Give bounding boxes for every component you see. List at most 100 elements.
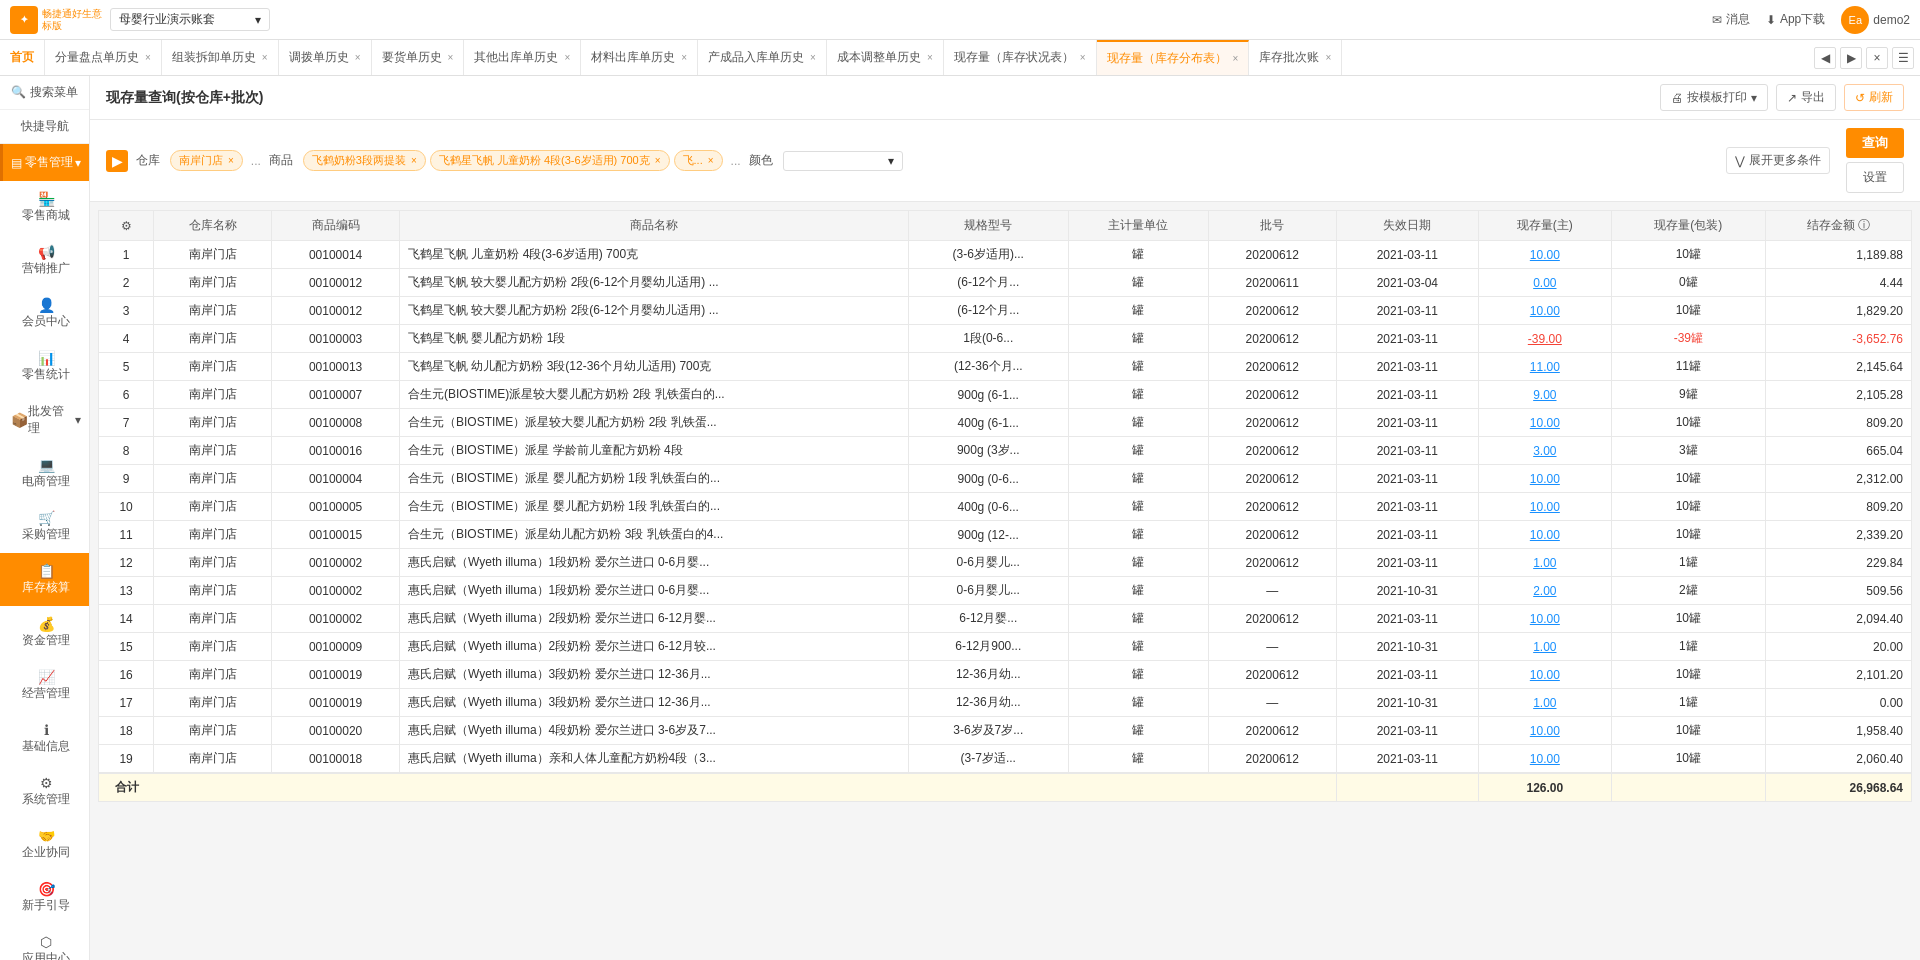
- sidebar-search[interactable]: 🔍 搜索菜单: [0, 76, 89, 110]
- close-icon[interactable]: ×: [1325, 52, 1331, 63]
- row-spec: 12-36月幼...: [908, 689, 1068, 717]
- color-dropdown[interactable]: ▾: [783, 151, 903, 171]
- tab-现存量分布[interactable]: 现存量（库存分布表） ×: [1097, 40, 1250, 76]
- row-qty[interactable]: 1.00: [1479, 689, 1612, 717]
- sidebar-item-电商管理[interactable]: 💻 电商管理: [0, 447, 89, 500]
- close-icon[interactable]: ×: [564, 52, 570, 63]
- chevron-down-icon: ▾: [255, 13, 261, 27]
- row-qty[interactable]: 10.00: [1479, 493, 1612, 521]
- row-code: 00100002: [272, 605, 400, 633]
- row-expiry: 2021-03-11: [1336, 381, 1478, 409]
- sidebar-item-基础信息[interactable]: ℹ 基础信息: [0, 712, 89, 765]
- sidebar-item-资金管理[interactable]: 💰 资金管理: [0, 606, 89, 659]
- row-qty[interactable]: 10.00: [1479, 745, 1612, 774]
- row-qty[interactable]: 0.00: [1479, 269, 1612, 297]
- sidebar-item-应用中心[interactable]: ⬡ 应用中心: [0, 924, 89, 960]
- warehouse-tag-南岸门店[interactable]: 南岸门店 ×: [170, 150, 243, 171]
- row-qty[interactable]: 1.00: [1479, 549, 1612, 577]
- remove-tag-icon[interactable]: ×: [655, 155, 661, 166]
- close-icon[interactable]: ×: [810, 52, 816, 63]
- remove-tag-icon[interactable]: ×: [708, 155, 714, 166]
- sidebar-item-企业协同[interactable]: 🤝 企业协同: [0, 818, 89, 871]
- row-expiry: 2021-10-31: [1336, 633, 1478, 661]
- row-amount: 1,829.20: [1766, 297, 1912, 325]
- tab-home[interactable]: 首页: [0, 40, 45, 76]
- sidebar-item-零售商城[interactable]: 🏪 零售商城: [0, 181, 89, 234]
- sidebar-item-采购管理[interactable]: 🛒 采购管理: [0, 500, 89, 553]
- sidebar-item-会员中心[interactable]: 👤 会员中心: [0, 287, 89, 340]
- tab-材料出库[interactable]: 材料出库单历史 ×: [581, 40, 698, 76]
- close-icon[interactable]: ×: [262, 52, 268, 63]
- tab-调拨单[interactable]: 调拨单历史 ×: [279, 40, 372, 76]
- row-qty[interactable]: 10.00: [1479, 297, 1612, 325]
- tab-现存量状况[interactable]: 现存量（库存状况表） ×: [944, 40, 1097, 76]
- col-spec: 规格型号: [908, 211, 1068, 241]
- sidebar-item-新手引导[interactable]: 🎯 新手引导: [0, 871, 89, 924]
- close-icon[interactable]: ×: [927, 52, 933, 63]
- col-settings[interactable]: ⚙: [99, 211, 154, 241]
- row-qty-pkg: 10罐: [1611, 493, 1765, 521]
- sidebar-item-经营管理[interactable]: 📈 经营管理: [0, 659, 89, 712]
- workspace-selector[interactable]: 母婴行业演示账套 ▾: [110, 8, 270, 31]
- row-qty[interactable]: 10.00: [1479, 605, 1612, 633]
- sidebar-item-营销推广[interactable]: 📢 营销推广: [0, 234, 89, 287]
- sidebar-quick-nav[interactable]: 快捷导航: [0, 110, 89, 144]
- message-btn[interactable]: ✉ 消息: [1712, 11, 1750, 28]
- app-download-btn[interactable]: ⬇ App下载: [1766, 11, 1825, 28]
- row-qty[interactable]: 10.00: [1479, 241, 1612, 269]
- tab-next-btn[interactable]: ▶: [1840, 47, 1862, 69]
- export-btn[interactable]: ↗ 导出: [1776, 84, 1836, 111]
- sidebar-item-零售统计[interactable]: 📊 零售统计: [0, 340, 89, 393]
- tab-成本调整[interactable]: 成本调整单历史 ×: [827, 40, 944, 76]
- remove-tag-icon[interactable]: ×: [228, 155, 234, 166]
- tab-产成品入库[interactable]: 产成品入库单历史 ×: [698, 40, 827, 76]
- tab-库存批次账[interactable]: 库存批次账 ×: [1249, 40, 1342, 76]
- row-code: 00100008: [272, 409, 400, 437]
- warehouse-more[interactable]: ...: [251, 154, 261, 168]
- row-qty[interactable]: 10.00: [1479, 465, 1612, 493]
- tab-close-btn[interactable]: ×: [1866, 47, 1888, 69]
- row-qty[interactable]: 9.00: [1479, 381, 1612, 409]
- expand-more-btn[interactable]: ⋁ 展开更多条件: [1726, 147, 1830, 174]
- refresh-btn[interactable]: ↺ 刷新: [1844, 84, 1904, 111]
- user-profile[interactable]: Ea demo2: [1841, 6, 1910, 34]
- product-tag-3[interactable]: 飞... ×: [674, 150, 723, 171]
- close-icon[interactable]: ×: [448, 52, 454, 63]
- row-qty[interactable]: 3.00: [1479, 437, 1612, 465]
- row-qty[interactable]: 10.00: [1479, 717, 1612, 745]
- row-no: 13: [99, 577, 154, 605]
- row-no: 7: [99, 409, 154, 437]
- product-tag-2[interactable]: 飞鹤星飞帆 儿童奶粉 4段(3-6岁适用) 700克 ×: [430, 150, 670, 171]
- row-qty[interactable]: 10.00: [1479, 661, 1612, 689]
- sidebar-item-批发管理[interactable]: 📦 批发管理 ▾: [0, 393, 89, 447]
- query-btn[interactable]: 查询: [1846, 128, 1904, 158]
- warehouse-label: 仓库: [136, 152, 160, 169]
- remove-tag-icon[interactable]: ×: [411, 155, 417, 166]
- sidebar-item-零售管理[interactable]: ▤ 零售管理 ▾: [0, 144, 89, 181]
- close-icon[interactable]: ×: [681, 52, 687, 63]
- tab-其他出库[interactable]: 其他出库单历史 ×: [464, 40, 581, 76]
- row-qty[interactable]: 10.00: [1479, 409, 1612, 437]
- tab-分量盘点[interactable]: 分量盘点单历史 ×: [45, 40, 162, 76]
- row-qty[interactable]: 1.00: [1479, 633, 1612, 661]
- print-template-btn[interactable]: 🖨 按模板打印 ▾: [1660, 84, 1768, 111]
- row-warehouse: 南岸门店: [154, 465, 272, 493]
- tab-组装拆卸[interactable]: 组装拆卸单历史 ×: [162, 40, 279, 76]
- sidebar-item-系统管理[interactable]: ⚙ 系统管理: [0, 765, 89, 818]
- close-icon[interactable]: ×: [355, 52, 361, 63]
- tab-prev-btn[interactable]: ◀: [1814, 47, 1836, 69]
- tab-要货单[interactable]: 要货单历史 ×: [372, 40, 465, 76]
- row-qty[interactable]: 2.00: [1479, 577, 1612, 605]
- set-btn[interactable]: 设置: [1846, 162, 1904, 193]
- close-icon[interactable]: ×: [145, 52, 151, 63]
- row-qty[interactable]: 10.00: [1479, 521, 1612, 549]
- close-icon[interactable]: ×: [1080, 52, 1086, 63]
- tab-menu-btn[interactable]: ☰: [1892, 47, 1914, 69]
- close-icon[interactable]: ×: [1233, 53, 1239, 64]
- sidebar-item-库存核算[interactable]: 📋 库存核算: [0, 553, 89, 606]
- product-tag-1[interactable]: 飞鹤奶粉3段两提装 ×: [303, 150, 426, 171]
- row-qty[interactable]: -39.00: [1479, 325, 1612, 353]
- row-qty[interactable]: 11.00: [1479, 353, 1612, 381]
- filter-expand-btn[interactable]: ▶: [106, 150, 128, 172]
- product-more[interactable]: ...: [731, 154, 741, 168]
